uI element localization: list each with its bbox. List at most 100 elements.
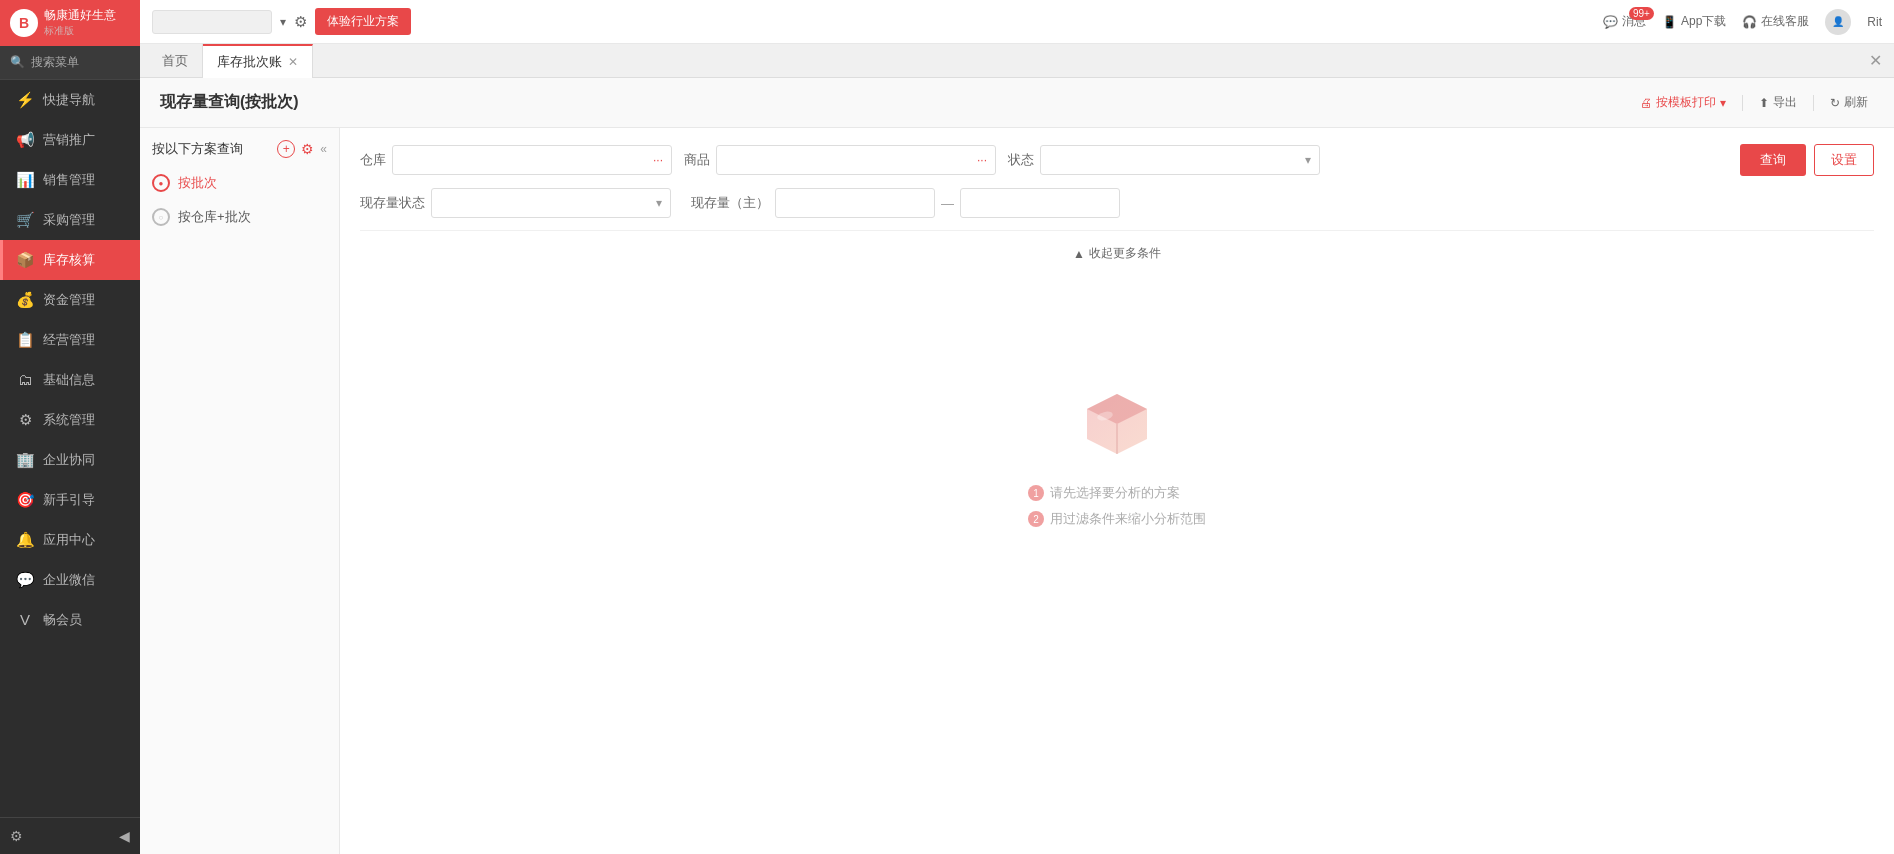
app-download-btn[interactable]: 📱 App下载 [1662,13,1726,30]
settings-icon[interactable]: ⚙ [10,828,23,844]
sidebar-item-label: 采购管理 [43,211,95,229]
avatar[interactable]: 👤 [1825,9,1851,35]
main-area: ▾ ⚙ 体验行业方案 💬 消息 99+ 📱 App下载 🎧 在线客服 👤 Rit… [140,0,1894,854]
stock-status-filter: 现存量状态 ▾ [360,188,671,218]
tab-home[interactable]: 首页 [148,44,203,78]
service-btn[interactable]: 🎧 在线客服 [1742,13,1809,30]
warehouse-more-btn[interactable]: ··· [653,153,663,167]
sidebar-item-label: 应用中心 [43,531,95,549]
message-icon: 💬 [1603,15,1618,29]
collapse-sidebar-icon[interactable]: ◀ [119,828,130,844]
sidebar-header: B 畅康通好生意 标准版 [0,0,140,46]
experience-btn[interactable]: 体验行业方案 [315,8,411,35]
export-icon: ⬆ [1759,96,1769,110]
plan-label: 按批次 [178,174,217,192]
print-icon: 🖨 [1640,96,1652,110]
search-menu-label: 搜索菜单 [31,54,79,71]
message-btn[interactable]: 💬 消息 99+ [1603,13,1646,30]
sidebar-item-label: 库存核算 [43,251,95,269]
stock-qty-min-input[interactable] [775,188,935,218]
app-icon: 📱 [1662,15,1677,29]
plan-active-icon: ● [152,174,170,192]
sidebar-item-label: 企业微信 [43,571,95,589]
page-title: 现存量查询(按批次) [160,92,299,113]
sidebar-item-shortcut[interactable]: ⚡ 快捷导航 [0,80,140,120]
empty-icon [1067,364,1167,464]
collapse-btn[interactable]: ▲ 收起更多条件 [360,239,1874,268]
empty-state: 1 请先选择要分析的方案 2 用过滤条件来缩小分析范围 [360,284,1874,616]
sidebar-item-apps[interactable]: 🔔 应用中心 [0,520,140,560]
right-panel: 仓库 ··· 商品 ··· 状态 [340,128,1894,854]
panel-collapse-btn[interactable]: « [320,142,327,156]
empty-tip-1: 1 请先选择要分析的方案 [1028,484,1206,502]
marketing-icon: 📢 [15,131,35,149]
sidebar-item-wechat[interactable]: 💬 企业微信 [0,560,140,600]
left-panel: 按以下方案查询 + ⚙ « ● 按批次 ○ 按仓库+批次 [140,128,340,854]
sidebar-item-purchase[interactable]: 🛒 采购管理 [0,200,140,240]
product-more-btn[interactable]: ··· [977,153,987,167]
sidebar-item-sales[interactable]: 📊 销售管理 [0,160,140,200]
tab-close-all-icon[interactable]: ✕ [1857,51,1894,70]
system-icon: ⚙ [15,411,35,429]
search-input[interactable] [152,10,272,34]
sidebar-item-guide[interactable]: 🎯 新手引导 [0,480,140,520]
sidebar-item-enterprise[interactable]: 🏢 企业协同 [0,440,140,480]
sidebar-footer: ⚙ ◀ [0,817,140,854]
finance-icon: 💰 [15,291,35,309]
panel-header: 按以下方案查询 + ⚙ « [140,140,339,166]
sidebar-item-marketing[interactable]: 📢 营销推广 [0,120,140,160]
panel-header-label: 按以下方案查询 [152,140,243,158]
service-label: 在线客服 [1761,13,1809,30]
search-menu[interactable]: 🔍 搜索菜单 [0,46,140,80]
collapse-row: ▲ 收起更多条件 [360,230,1874,268]
settings-btn[interactable]: 设置 [1814,144,1874,176]
plan-settings-btn[interactable]: ⚙ [301,141,314,157]
tab-inventory-batch[interactable]: 库存批次账 ✕ [203,44,313,78]
query-btn[interactable]: 查询 [1740,144,1806,176]
topbar-gear-icon[interactable]: ⚙ [294,13,307,31]
print-label: 按模板打印 [1656,94,1716,111]
print-dropdown-icon[interactable]: ▾ [1720,96,1726,110]
stock-status-select[interactable]: ▾ [431,188,671,218]
status-select[interactable]: ▾ [1040,145,1320,175]
add-icon: + [283,142,290,156]
tip-text-2: 用过滤条件来缩小分析范围 [1050,510,1206,528]
plan-item-by-batch[interactable]: ● 按批次 [140,166,339,200]
divider2 [1813,95,1814,111]
app-title: 畅康通好生意 [44,8,116,24]
message-badge: 99+ [1629,7,1654,20]
warehouse-input[interactable]: ··· [392,145,672,175]
plan-item-by-warehouse-batch[interactable]: ○ 按仓库+批次 [140,200,339,234]
sidebar-item-member[interactable]: V 畅会员 [0,600,140,640]
divider1 [1742,95,1743,111]
export-btn[interactable]: ⬆ 导出 [1753,90,1803,115]
print-btn[interactable]: 🖨 按模板打印 ▾ [1634,90,1732,115]
sidebar-item-basic[interactable]: 🗂 基础信息 [0,360,140,400]
stock-status-dropdown-icon: ▾ [656,196,662,210]
status-dropdown-icon: ▾ [1305,153,1311,167]
refresh-btn[interactable]: ↻ 刷新 [1824,90,1874,115]
sidebar-item-system[interactable]: ⚙ 系统管理 [0,400,140,440]
sidebar-nav: ⚡ 快捷导航 📢 营销推广 📊 销售管理 🛒 采购管理 📦 库存核算 💰 资金管… [0,80,140,817]
stock-qty-filter: 现存量（主） — [691,188,1120,218]
purchase-icon: 🛒 [15,211,35,229]
username[interactable]: Rit [1867,15,1882,29]
stock-status-label: 现存量状态 [360,194,425,212]
plan-label: 按仓库+批次 [178,208,251,226]
add-plan-btn[interactable]: + [277,140,295,158]
sidebar-item-label: 营销推广 [43,131,95,149]
stock-qty-max-input[interactable] [960,188,1120,218]
product-input[interactable]: ··· [716,145,996,175]
topbar-right: 💬 消息 99+ 📱 App下载 🎧 在线客服 👤 Rit [1603,9,1882,35]
sidebar-item-inventory[interactable]: 📦 库存核算 [0,240,140,280]
sidebar: B 畅康通好生意 标准版 🔍 搜索菜单 ⚡ 快捷导航 📢 营销推广 📊 销售管理… [0,0,140,854]
basic-icon: 🗂 [15,371,35,388]
refresh-icon: ↻ [1830,96,1840,110]
stock-qty-label: 现存量（主） [691,194,769,212]
sidebar-item-operation[interactable]: 📋 经营管理 [0,320,140,360]
tab-close-icon[interactable]: ✕ [288,55,298,69]
app-logo: B [10,9,38,37]
sidebar-item-label: 企业协同 [43,451,95,469]
topbar-dropdown-icon[interactable]: ▾ [280,15,286,29]
sidebar-item-finance[interactable]: 💰 资金管理 [0,280,140,320]
